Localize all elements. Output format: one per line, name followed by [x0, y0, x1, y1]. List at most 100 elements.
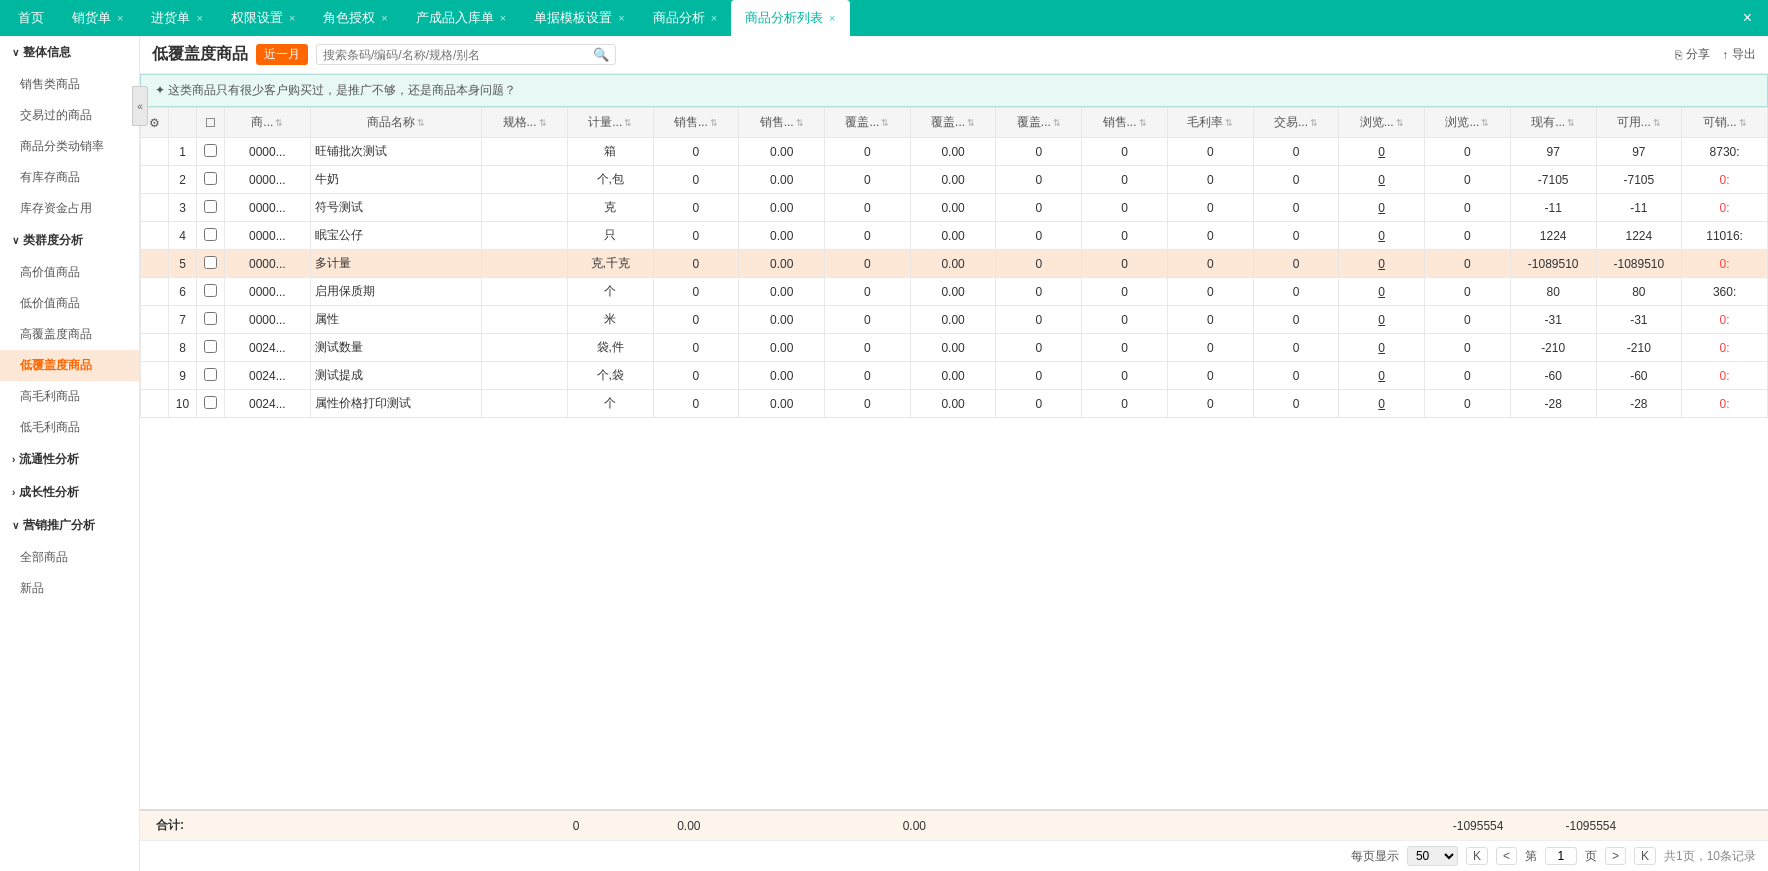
sidebar-item-low-value[interactable]: 低价值商品 [0, 288, 139, 319]
sidebar-item-low-margin[interactable]: 低毛利商品 [0, 412, 139, 443]
th-browse1[interactable]: 浏览...⇅ [1339, 108, 1425, 138]
sidebar-item-traded-products[interactable]: 交易过的商品 [0, 100, 139, 131]
last-page-btn[interactable]: K [1634, 847, 1656, 865]
th-spec[interactable]: 规格...⇅ [482, 108, 568, 138]
th-sales-amt[interactable]: 销售...⇅ [739, 108, 825, 138]
cell-browse1[interactable]: 0 [1339, 222, 1425, 250]
footer-sales-amt: 0.00 [632, 819, 745, 833]
tab-roles[interactable]: 角色授权 × [309, 0, 401, 36]
tab-sales[interactable]: 销货单 × [58, 0, 137, 36]
th-unit[interactable]: 计量...⇅ [567, 108, 653, 138]
cell-browse1[interactable]: 0 [1339, 250, 1425, 278]
tab-permissions-close[interactable]: × [289, 12, 295, 24]
sidebar-item-new-products[interactable]: 新品 [0, 573, 139, 604]
page-number-input[interactable] [1545, 847, 1577, 865]
th-sales-qty[interactable]: 销售...⇅ [653, 108, 739, 138]
per-page-select[interactable]: 50 20 100 [1407, 846, 1458, 866]
th-name[interactable]: 商品名称⇅ [310, 108, 481, 138]
cell-check[interactable] [197, 250, 225, 278]
search-icon[interactable]: 🔍 [593, 47, 609, 62]
sidebar-section-overall[interactable]: ∨ 整体信息 [0, 36, 139, 69]
row-checkbox[interactable] [204, 396, 217, 409]
sidebar-item-sales-products[interactable]: 销售类商品 [0, 69, 139, 100]
cell-check[interactable] [197, 138, 225, 166]
sidebar-item-low-coverage[interactable]: 低覆盖度商品 [0, 350, 139, 381]
next-page-btn[interactable]: > [1605, 847, 1626, 865]
cell-check[interactable] [197, 306, 225, 334]
tab-sales-close[interactable]: × [117, 12, 123, 24]
close-all-tabs[interactable]: × [1731, 9, 1764, 27]
sidebar-collapse-button[interactable]: « [132, 86, 148, 126]
cell-browse1[interactable]: 0 [1339, 278, 1425, 306]
cell-settings [141, 166, 169, 194]
share-button[interactable]: ⎘ 分享 [1675, 46, 1710, 63]
period-button[interactable]: 近一月 [256, 44, 308, 65]
sidebar-item-high-margin[interactable]: 高毛利商品 [0, 381, 139, 412]
tab-product-analysis[interactable]: 商品分析 × [639, 0, 731, 36]
th-cover3[interactable]: 覆盖...⇅ [996, 108, 1082, 138]
tab-permissions[interactable]: 权限设置 × [217, 0, 309, 36]
first-page-btn[interactable]: K [1466, 847, 1488, 865]
sidebar-item-capital-occupancy[interactable]: 库存资金占用 [0, 193, 139, 224]
tab-product-analysis-list[interactable]: 商品分析列表 × [731, 0, 849, 36]
cell-check[interactable] [197, 278, 225, 306]
tab-purchase-close[interactable]: × [196, 12, 202, 24]
cell-check[interactable] [197, 194, 225, 222]
th-gross-margin[interactable]: 毛利率⇅ [1167, 108, 1253, 138]
sidebar-item-stock-products[interactable]: 有库存商品 [0, 162, 139, 193]
cell-check[interactable] [197, 334, 225, 362]
row-checkbox[interactable] [204, 312, 217, 325]
cell-browse2: 0 [1425, 362, 1511, 390]
row-checkbox[interactable] [204, 368, 217, 381]
th-cover2[interactable]: 覆盖...⇅ [910, 108, 996, 138]
sidebar-section-cluster[interactable]: ∨ 类群度分析 [0, 224, 139, 257]
th-browse2[interactable]: 浏览...⇅ [1425, 108, 1511, 138]
tab-product-analysis-list-close[interactable]: × [829, 12, 835, 24]
row-checkbox[interactable] [204, 172, 217, 185]
cell-check[interactable] [197, 362, 225, 390]
row-checkbox[interactable] [204, 340, 217, 353]
tab-finished-goods-close[interactable]: × [500, 12, 506, 24]
row-checkbox[interactable] [204, 284, 217, 297]
th-transaction[interactable]: 交易...⇅ [1253, 108, 1339, 138]
tab-home[interactable]: 首页 [4, 0, 58, 36]
row-checkbox[interactable] [204, 256, 217, 269]
sidebar-section-circulation[interactable]: › 流通性分析 [0, 443, 139, 476]
cell-browse1[interactable]: 0 [1339, 362, 1425, 390]
cell-check[interactable] [197, 222, 225, 250]
cell-check[interactable] [197, 390, 225, 418]
cell-browse1[interactable]: 0 [1339, 166, 1425, 194]
search-input[interactable] [323, 48, 593, 62]
sidebar-item-high-value[interactable]: 高价值商品 [0, 257, 139, 288]
cell-browse1[interactable]: 0 [1339, 194, 1425, 222]
cell-browse1[interactable]: 0 [1339, 390, 1425, 418]
th-sales-detail[interactable]: 销售...⇅ [1082, 108, 1168, 138]
tab-product-analysis-close[interactable]: × [711, 12, 717, 24]
th-current-stock[interactable]: 现有...⇅ [1510, 108, 1596, 138]
tab-template[interactable]: 单据模板设置 × [520, 0, 638, 36]
sidebar-section-marketing[interactable]: ∨ 营销推广分析 [0, 509, 139, 542]
sidebar-item-all-products[interactable]: 全部商品 [0, 542, 139, 573]
tab-purchase[interactable]: 进货单 × [137, 0, 216, 36]
tab-finished-goods[interactable]: 产成品入库单 × [402, 0, 520, 36]
cell-browse1[interactable]: 0 [1339, 306, 1425, 334]
th-saleable[interactable]: 可销...⇅ [1682, 108, 1768, 138]
th-cover1[interactable]: 覆盖...⇅ [825, 108, 911, 138]
cell-browse1[interactable]: 0 [1339, 334, 1425, 362]
sidebar-item-category-rate[interactable]: 商品分类动销率 [0, 131, 139, 162]
tab-roles-close[interactable]: × [381, 12, 387, 24]
th-available[interactable]: 可用...⇅ [1596, 108, 1682, 138]
row-checkbox[interactable] [204, 200, 217, 213]
sidebar-item-high-coverage[interactable]: 高覆盖度商品 [0, 319, 139, 350]
sidebar-section-growth[interactable]: › 成长性分析 [0, 476, 139, 509]
row-checkbox[interactable] [204, 144, 217, 157]
export-button[interactable]: ↑ 导出 [1722, 46, 1756, 63]
table-container[interactable]: ⚙ ☐ 商...⇅ 商品名称⇅ 规格...⇅ 计量...⇅ 销售...⇅ 销售.… [140, 107, 1768, 809]
th-code[interactable]: 商...⇅ [225, 108, 311, 138]
prev-page-btn[interactable]: < [1496, 847, 1517, 865]
row-checkbox[interactable] [204, 228, 217, 241]
tab-template-close[interactable]: × [618, 12, 624, 24]
th-check[interactable]: ☐ [197, 108, 225, 138]
cell-check[interactable] [197, 166, 225, 194]
cell-browse1[interactable]: 0 [1339, 138, 1425, 166]
